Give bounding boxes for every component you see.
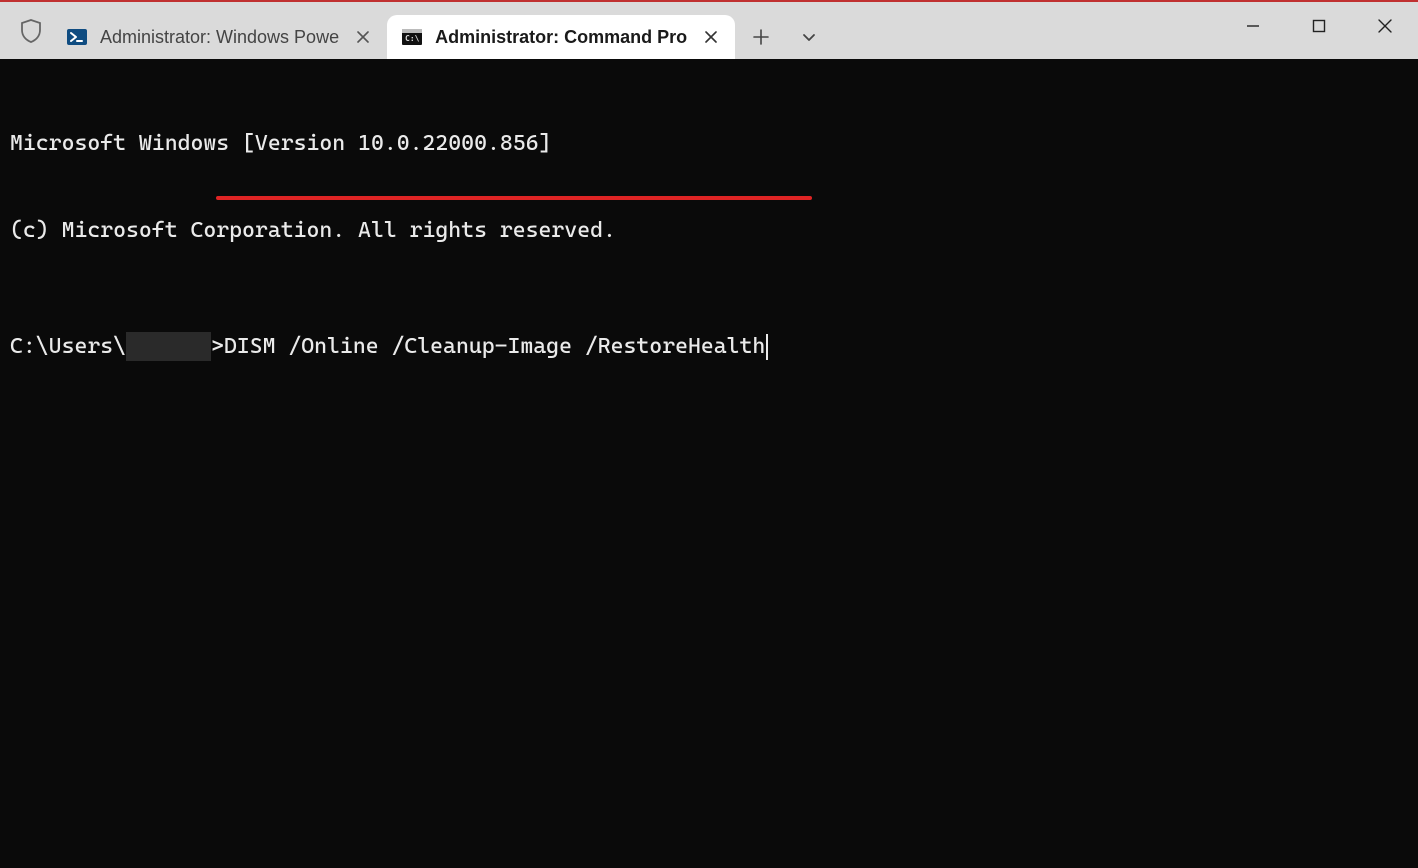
titlebar: Administrator: Windows Powe C:\ Administ… xyxy=(0,2,1418,59)
shield-icon xyxy=(10,2,52,59)
terminal-window: Administrator: Windows Powe C:\ Administ… xyxy=(0,0,1418,868)
banner-line: Microsoft Windows [Version 10.0.22000.85… xyxy=(10,129,1408,158)
minimize-button[interactable] xyxy=(1220,2,1286,50)
tab-cmd[interactable]: C:\ Administrator: Command Pro xyxy=(387,15,735,59)
cmd-icon: C:\ xyxy=(401,26,423,48)
close-window-button[interactable] xyxy=(1352,2,1418,50)
redacted-username xyxy=(126,332,211,361)
close-icon[interactable] xyxy=(699,25,723,49)
window-controls xyxy=(1220,2,1418,50)
close-icon[interactable] xyxy=(351,25,375,49)
maximize-button[interactable] xyxy=(1286,2,1352,50)
tab-dropdown-button[interactable] xyxy=(787,15,831,59)
new-tab-button[interactable] xyxy=(739,15,783,59)
powershell-icon xyxy=(66,26,88,48)
command-text: DISM /Online /Cleanup-Image /RestoreHeal… xyxy=(224,332,765,361)
tab-label: Administrator: Windows Powe xyxy=(100,27,339,48)
prompt-line: C:\Users\ >DISM /Online /Cleanup-Image /R… xyxy=(10,332,1408,361)
tab-strip: Administrator: Windows Powe C:\ Administ… xyxy=(52,2,735,59)
text-cursor xyxy=(766,334,768,360)
terminal-viewport[interactable]: Microsoft Windows [Version 10.0.22000.85… xyxy=(0,59,1418,868)
tab-powershell[interactable]: Administrator: Windows Powe xyxy=(52,15,387,59)
banner-line: (c) Microsoft Corporation. All rights re… xyxy=(10,216,1408,245)
svg-text:C:\: C:\ xyxy=(405,34,420,43)
prompt-suffix: > xyxy=(211,332,224,361)
tab-label: Administrator: Command Pro xyxy=(435,27,687,48)
prompt-prefix: C:\Users\ xyxy=(10,332,126,361)
annotation-underline xyxy=(216,196,812,200)
